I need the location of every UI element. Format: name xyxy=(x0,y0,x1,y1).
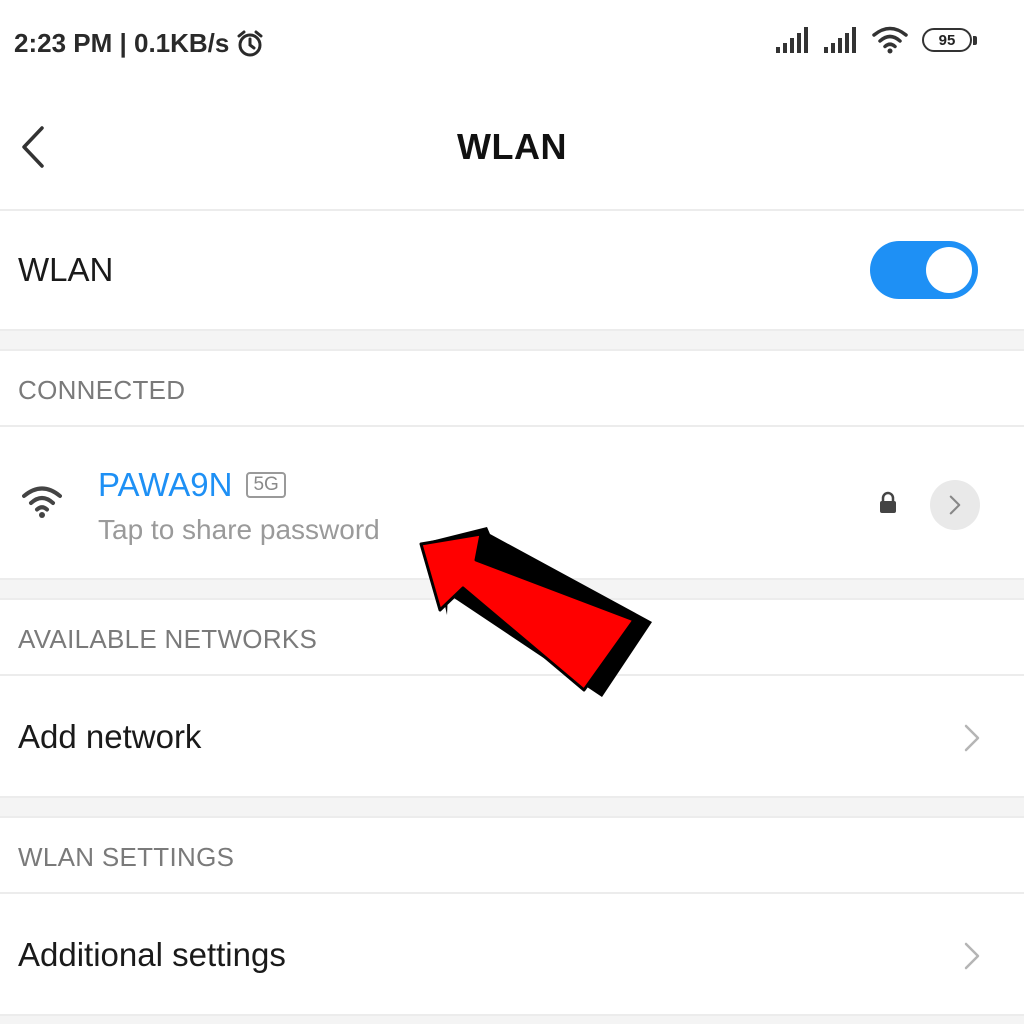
annotation-arrow xyxy=(419,527,652,697)
